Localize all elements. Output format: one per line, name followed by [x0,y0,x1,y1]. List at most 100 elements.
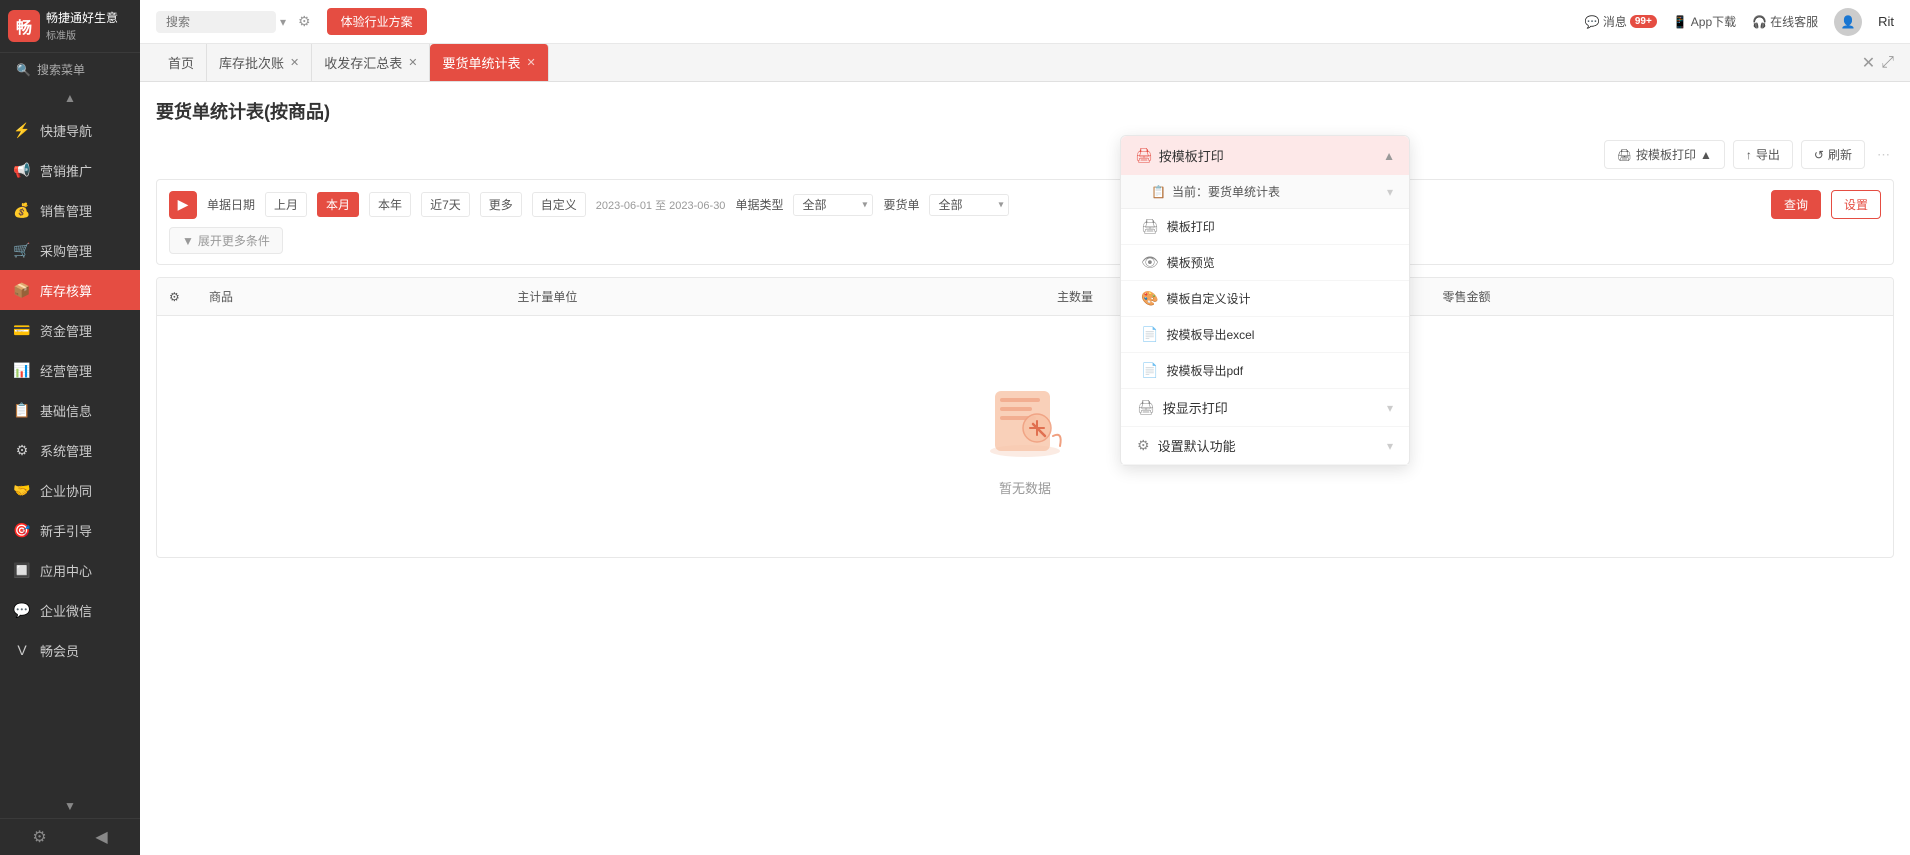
sidebar-item-base[interactable]: 📋基础信息 [0,390,140,430]
message-item[interactable]: 💬 消息 99+ [1585,13,1657,30]
headset-icon: 🎧 [1752,15,1767,29]
sidebar-item-marketing[interactable]: 📢营销推广 [0,150,140,190]
template-print-label: 按模板打印 [1636,146,1696,163]
dropdown-default-settings-label: 设置默认功能 [1158,436,1236,455]
template-print-btn[interactable]: 🖨 按模板打印 ▲ [1604,140,1725,169]
tab-receipt-summary-close[interactable]: ✕ [408,56,417,69]
online-service-item[interactable]: 🎧 在线客服 [1752,13,1818,30]
app-download-icon: 📱 [1673,15,1688,29]
sidebar-scroll-up[interactable]: ▲ [0,86,140,110]
date-btn-custom[interactable]: 自定义 [532,192,586,217]
dropdown-template-preview-label: 模板预览 [1167,254,1215,271]
system-icon: ⚙ [12,440,32,460]
expand-more-label: 展开更多条件 [198,232,270,249]
tab-order-stats-close[interactable]: ✕ [527,56,536,69]
quick-nav-icon: ⚡ [12,120,32,140]
dropdown-preview-icon: 👁 [1141,254,1159,271]
sidebar-item-sales[interactable]: 💰销售管理 [0,190,140,230]
search-menu-item[interactable]: 🔍 搜索菜单 [0,53,140,86]
dropdown-item-template-preview[interactable]: 👁 模板预览 [1121,245,1409,281]
dropdown-item-export-excel[interactable]: 📄 按模板导出excel [1121,317,1409,353]
sidebar-item-quick-nav[interactable]: ⚡快捷导航 [0,110,140,150]
dropdown-title: 按模板打印 [1159,146,1224,165]
app-download-item[interactable]: 📱 App下载 [1673,13,1736,30]
sidebar-item-label-operation: 经营管理 [40,361,92,380]
column-settings-icon[interactable]: ⚙ [169,290,180,304]
sidebar-item-guide[interactable]: 🎯新手引导 [0,510,140,550]
date-btn-last-month[interactable]: 上月 [265,192,307,217]
tab-home[interactable]: 首页 [156,44,207,81]
sidebar-item-member[interactable]: V畅会员 [0,630,140,670]
close-all-tabs-icon[interactable]: ✕ [1862,53,1875,73]
data-table: ⚙ 商品 主计量单位 主数量 零售金额 [157,278,1893,316]
date-btn-this-month[interactable]: 本月 [317,192,359,217]
sidebar-scroll-down[interactable]: ▼ [0,794,140,818]
industry-btn[interactable]: 体验行业方案 [327,8,427,35]
order-status-select[interactable]: 全部 [929,194,1009,216]
topbar-gear-icon[interactable]: ⚙ [298,13,311,30]
sidebar-item-purchase[interactable]: 🛒采购管理 [0,230,140,270]
collapse-icon[interactable]: ◀ [95,827,107,847]
topbar-dropdown-arrow[interactable]: ▾ [280,15,286,29]
dropdown-header[interactable]: 🖨 按模板打印 ▲ [1121,136,1409,175]
dropdown-current-item[interactable]: 📋 当前：要货单统计表 ▾ [1121,175,1409,209]
settings-icon[interactable]: ⚙ [32,827,46,847]
expand-row: ▼ 展开更多条件 [169,227,1881,254]
tab-order-stats[interactable]: 要货单统计表 ✕ [430,44,548,81]
search-icon: 🔍 [16,63,31,77]
page-title: 要货单统计表(按商品) [156,98,1894,124]
expand-more-btn[interactable]: ▼ 展开更多条件 [169,227,283,254]
sidebar-item-system[interactable]: ⚙系统管理 [0,430,140,470]
settings-btn[interactable]: 设置 [1831,190,1881,219]
dropdown-current-arrow: ▾ [1387,185,1393,199]
action-separator: ⋯ [1877,147,1890,163]
dropdown-current-icon: 📋 [1151,185,1166,199]
user-avatar[interactable]: 👤 [1834,8,1862,36]
data-table-wrap: ⚙ 商品 主计量单位 主数量 零售金额 [156,277,1894,558]
dropdown-item-template-print[interactable]: 🖨 模板打印 [1121,209,1409,245]
filter-toggle-icon[interactable]: ▶ [169,191,197,219]
dropdown-item-template-custom[interactable]: 🎨 模板自定义设计 [1121,281,1409,317]
sidebar-item-finance[interactable]: 💳资金管理 [0,310,140,350]
template-print-arrow: ▲ [1700,148,1712,162]
th-settings: ⚙ [157,278,197,316]
base-icon: 📋 [12,400,32,420]
date-range-display: 2023-06-01 至 2023-06-30 [596,197,726,213]
dropdown-item-export-pdf[interactable]: 📄 按模板导出pdf [1121,353,1409,389]
sidebar-item-cooperation[interactable]: 🤝企业协同 [0,470,140,510]
sidebar-item-wechat[interactable]: 💬企业微信 [0,590,140,630]
sidebar-item-label-purchase: 采购管理 [40,241,92,260]
topbar-search-input[interactable] [156,11,276,33]
sidebar-item-apps[interactable]: 🔲应用中心 [0,550,140,590]
query-btn[interactable]: 查询 [1771,190,1821,219]
export-btn[interactable]: ↑ 导出 [1733,140,1793,169]
dropdown-item-default-settings[interactable]: ⚙ 设置默认功能 ▾ [1121,427,1409,465]
date-btn-this-year[interactable]: 本年 [369,192,411,217]
refresh-btn[interactable]: ↺ 刷新 [1801,140,1865,169]
online-service-label: 在线客服 [1770,13,1818,30]
tab-home-label: 首页 [168,53,194,72]
dropdown-design-icon: 🎨 [1141,290,1158,307]
tab-receipt-summary[interactable]: 收发存汇总表 ✕ [312,44,430,81]
tab-inventory-batch[interactable]: 库存批次账 ✕ [207,44,312,81]
sidebar-item-label-wechat: 企业微信 [40,601,92,620]
expand-tabs-icon[interactable]: ⤢ [1881,54,1894,72]
inventory-icon: 📦 [12,280,32,300]
type-select[interactable]: 全部 [793,194,873,216]
app-download-label: App下载 [1691,13,1736,30]
message-badge: 99+ [1630,15,1657,28]
app-name: 畅捷通好生意 [46,10,118,27]
sidebar-item-label-inventory: 库存核算 [40,281,92,300]
sidebar-item-inventory[interactable]: 📦 库存核算 [0,270,140,310]
cooperation-icon: 🤝 [12,480,32,500]
date-btn-7days[interactable]: 近7天 [421,192,470,217]
tab-inventory-batch-close[interactable]: ✕ [290,56,299,69]
sidebar-item-operation[interactable]: 📊经营管理 [0,350,140,390]
dropdown-collapse-icon[interactable]: ▲ [1383,149,1395,163]
dropdown-current-label: 当前：要货单统计表 [1172,183,1280,200]
date-btn-more[interactable]: 更多 [480,192,522,217]
export-icon: ↑ [1746,148,1752,162]
sidebar-bottom: ⚙ ◀ [0,818,140,855]
dropdown-item-display-print[interactable]: 🖨 按显示打印 ▾ [1121,389,1409,427]
sidebar-item-label-finance: 资金管理 [40,321,92,340]
